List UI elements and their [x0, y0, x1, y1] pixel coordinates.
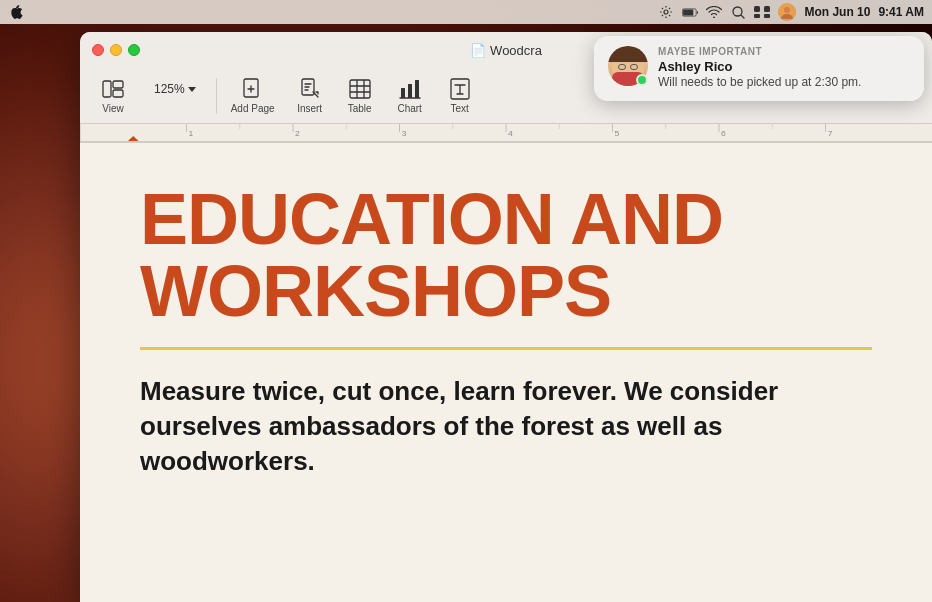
svg-rect-4 [754, 6, 760, 12]
window-title-text: Woodcra [490, 43, 542, 58]
document-content[interactable]: EDUCATION AND WORKSHOPS Measure twice, c… [80, 143, 932, 602]
svg-text:3: 3 [402, 129, 407, 138]
svg-rect-7 [764, 14, 770, 18]
settings-icon[interactable] [658, 4, 674, 20]
search-icon[interactable] [730, 4, 746, 20]
toolbar-view-button[interactable]: View [88, 73, 138, 118]
avatar-glasses-right [630, 64, 638, 70]
document-icon: 📄 [470, 43, 486, 58]
toolbar-add-page-button[interactable]: Add Page [221, 73, 285, 118]
toolbar-text-button[interactable]: Text [435, 73, 485, 118]
desktop: Mon Jun 10 9:41 AM 📄 Woodcra [0, 0, 932, 602]
svg-text:4: 4 [508, 129, 513, 138]
text-icon [448, 77, 472, 101]
toolbar-insert-button[interactable]: Insert [285, 73, 335, 118]
document-body: Measure twice, cut once, learn forever. … [140, 374, 872, 479]
notification-banner[interactable]: MAYBE IMPORTANT Ashley Rico Will needs t… [594, 36, 924, 101]
traffic-lights [92, 44, 140, 56]
ruler-svg: 1 2 3 4 5 6 [80, 124, 932, 142]
menubar-time: 9:41 AM [878, 5, 924, 19]
svg-text:6: 6 [721, 129, 726, 138]
text-label: Text [450, 103, 468, 114]
menubar-right: Mon Jun 10 9:41 AM [658, 3, 924, 21]
user-avatar-icon[interactable] [778, 3, 796, 21]
insert-label: Insert [297, 103, 322, 114]
notif-content: MAYBE IMPORTANT Ashley Rico Will needs t… [658, 46, 910, 91]
ruler: 1 2 3 4 5 6 [80, 124, 932, 142]
avatar-glasses-left [618, 64, 626, 70]
pages-window: 📄 Woodcra View [80, 32, 932, 602]
menubar-left [8, 4, 24, 20]
svg-text:1: 1 [189, 129, 194, 138]
svg-rect-6 [754, 14, 760, 18]
zoom-control[interactable]: 125% [148, 78, 202, 100]
notif-online-dot [636, 74, 648, 86]
svg-text:5: 5 [615, 129, 620, 138]
svg-text:7: 7 [828, 129, 833, 138]
add-page-icon [241, 77, 265, 101]
minimize-button[interactable] [110, 44, 122, 56]
table-icon [348, 77, 372, 101]
close-button[interactable] [92, 44, 104, 56]
svg-rect-12 [113, 90, 123, 97]
toolbar-divider-1 [216, 78, 217, 114]
notif-category: MAYBE IMPORTANT [658, 46, 910, 57]
svg-rect-11 [113, 81, 123, 88]
svg-rect-17 [408, 84, 412, 98]
wifi-icon [706, 4, 722, 20]
document-divider [140, 347, 872, 350]
apple-menu[interactable] [8, 4, 24, 20]
control-center-icon[interactable] [754, 4, 770, 20]
svg-text:2: 2 [295, 129, 300, 138]
toolbar-zoom-button[interactable]: 125% z [138, 74, 212, 117]
battery-icon [682, 4, 698, 20]
toolbar-table-button[interactable]: Table [335, 73, 385, 118]
chart-label: Chart [397, 103, 421, 114]
svg-rect-10 [103, 81, 111, 97]
insert-icon [298, 77, 322, 101]
menubar-datetime: Mon Jun 10 [804, 5, 870, 19]
chevron-down-icon [188, 87, 196, 92]
maximize-button[interactable] [128, 44, 140, 56]
avatar-hair [608, 46, 648, 62]
view-icon [101, 77, 125, 101]
svg-rect-2 [683, 9, 693, 15]
menubar: Mon Jun 10 9:41 AM [0, 0, 932, 24]
svg-rect-5 [764, 6, 770, 12]
notif-avatar-container [608, 46, 648, 86]
svg-rect-16 [401, 88, 405, 98]
svg-rect-15 [350, 80, 370, 98]
chart-icon [398, 77, 422, 101]
document-heading: EDUCATION AND WORKSHOPS [140, 183, 872, 327]
table-label: Table [348, 103, 372, 114]
view-label: View [102, 103, 124, 114]
notif-sender: Ashley Rico [658, 59, 910, 74]
svg-rect-18 [415, 80, 419, 98]
notif-message: Will needs to be picked up at 2:30 pm. [658, 75, 910, 91]
add-page-label: Add Page [231, 103, 275, 114]
svg-point-9 [784, 7, 790, 13]
window-title: 📄 Woodcra [470, 43, 542, 58]
svg-point-0 [664, 10, 668, 14]
toolbar-chart-button[interactable]: Chart [385, 73, 435, 118]
zoom-value: 125% [154, 82, 185, 96]
